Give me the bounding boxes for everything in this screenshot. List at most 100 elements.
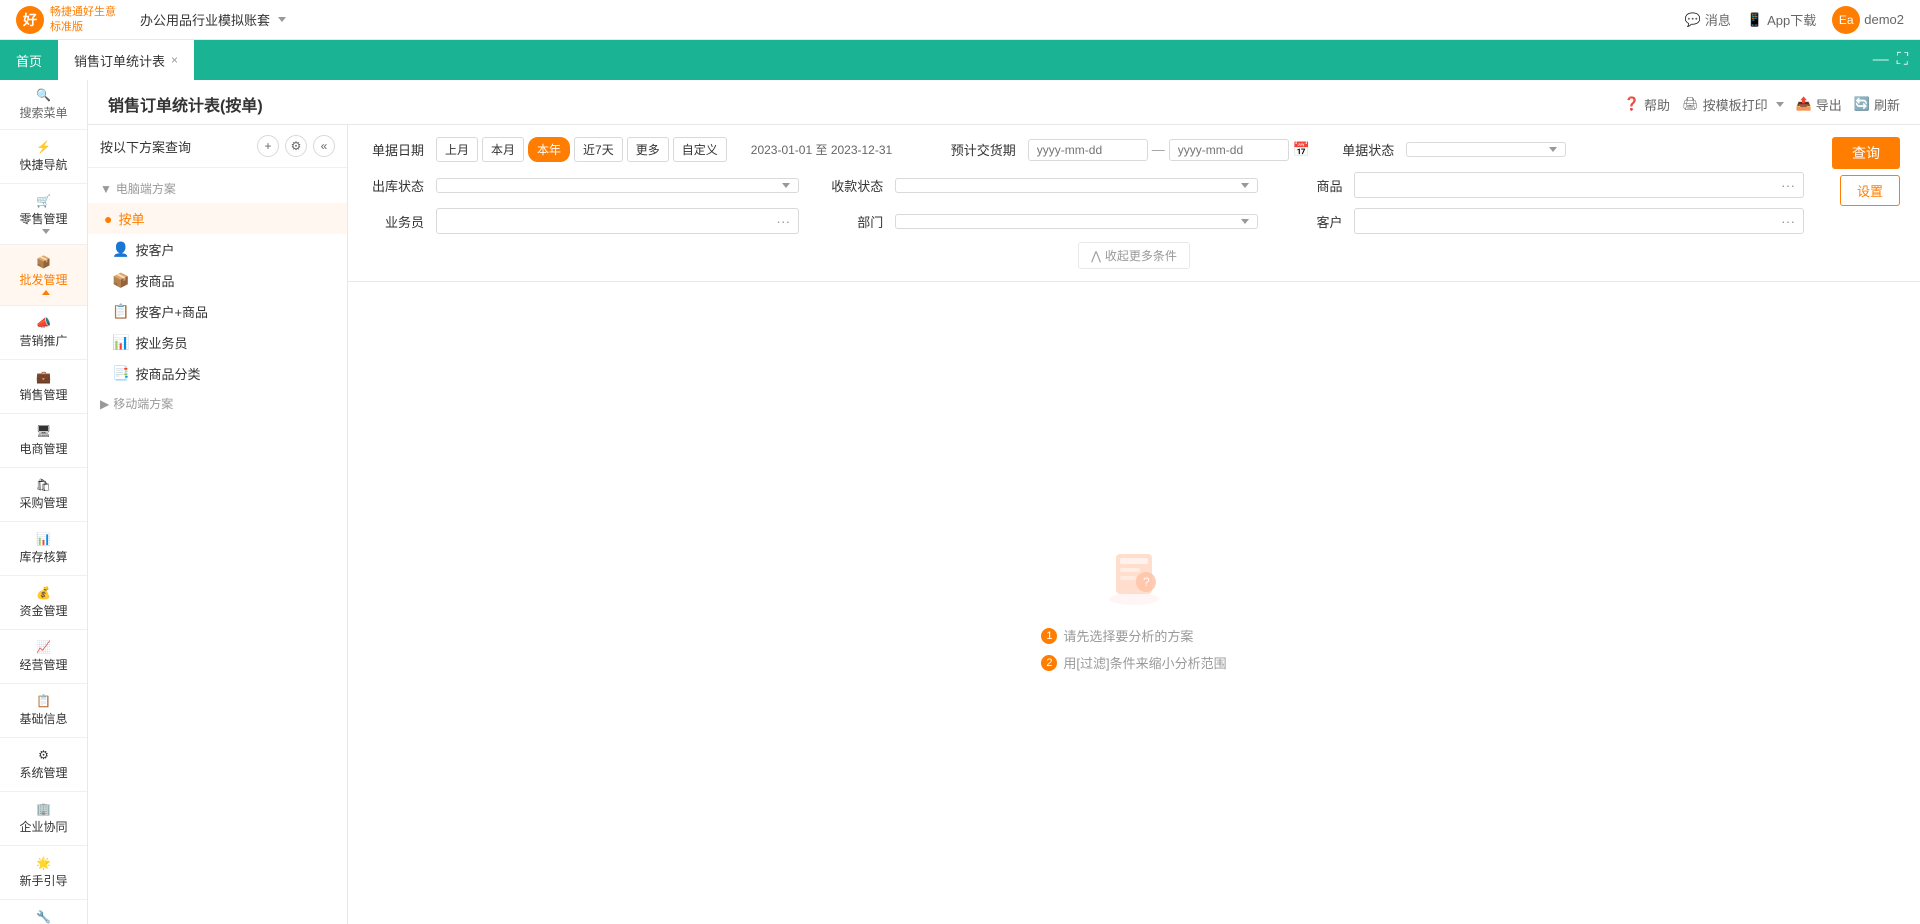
- sidebar: 🔍 搜索菜单 ⚡ 快捷导航 🛒 零售管理 📦 批发管理 📣 营销推广 💼 销售管…: [0, 80, 88, 924]
- sidebar-item-system[interactable]: ⚙ 系统管理: [0, 738, 87, 792]
- tree-node-by-customer-product[interactable]: 📋 按客户+商品: [88, 296, 347, 327]
- data-area: ? 1 请先选择要分析的方案 2 用[过滤]条件来缩小分析范围: [348, 282, 1920, 924]
- sidebar-item-newbie[interactable]: 🌟 新手引导: [0, 846, 87, 900]
- sales-icon: 💼: [36, 370, 51, 384]
- tab-close-icon[interactable]: ×: [171, 53, 178, 67]
- filter-row-3: 业务员 ··· 部门 客户: [368, 208, 1804, 234]
- message-button[interactable]: 💬 消息: [1685, 10, 1731, 29]
- sidebar-item-quick-nav[interactable]: ⚡ 快捷导航: [0, 130, 87, 184]
- customer-product-icon: 📋: [112, 303, 129, 320]
- custom-button[interactable]: 自定义: [673, 137, 727, 162]
- empty-tips: 1 请先选择要分析的方案 2 用[过滤]条件来缩小分析范围: [1041, 626, 1226, 672]
- sidebar-item-operations[interactable]: 📈 经营管理: [0, 630, 87, 684]
- calendar-icon[interactable]: 📅: [1293, 141, 1310, 158]
- maximize-button[interactable]: ⛶: [1897, 51, 1908, 69]
- order-status-select[interactable]: [1406, 142, 1566, 157]
- last-7-days-button[interactable]: 近7天: [574, 137, 623, 162]
- group-arrow-down-icon: ▼: [100, 182, 112, 196]
- empty-state: ? 1 请先选择要分析的方案 2 用[过滤]条件来缩小分析范围: [1041, 534, 1226, 672]
- tab-home[interactable]: 首页: [0, 40, 58, 80]
- left-panel-content: ▼ 电脑端方案 ● 按单 👤 按客户 📦 按商品: [88, 168, 347, 924]
- sidebar-item-wholesale[interactable]: 📦 批发管理: [0, 245, 87, 306]
- sidebar-item-sales[interactable]: 💼 销售管理: [0, 360, 87, 414]
- topbar-left: 好 畅捷通好生意 标准版 办公用品行业模拟账套: [16, 5, 286, 34]
- refresh-button[interactable]: 🔄 刷新: [1854, 95, 1900, 114]
- settings-scheme-button[interactable]: ⚙: [285, 135, 307, 157]
- system-icon: ⚙: [38, 748, 49, 762]
- this-year-button[interactable]: 本年: [528, 137, 570, 162]
- tree-node-by-salesperson[interactable]: 📊 按业务员: [88, 327, 347, 358]
- tree-group-mobile[interactable]: ▶ 移动端方案: [88, 389, 347, 418]
- logo-icon: 好: [16, 6, 44, 34]
- help-button[interactable]: ❓ 帮助: [1624, 95, 1670, 114]
- sidebar-item-purchase[interactable]: 🛍 采购管理: [0, 468, 87, 522]
- tree-node-by-customer[interactable]: 👤 按客户: [88, 234, 347, 265]
- tree-node-by-product[interactable]: 📦 按商品: [88, 265, 347, 296]
- app-download-button[interactable]: 📱 App下载: [1747, 10, 1816, 29]
- finance-icon: 💰: [36, 586, 51, 600]
- minimize-button[interactable]: —: [1873, 51, 1889, 69]
- tree-node-by-category[interactable]: 📑 按商品分类: [88, 358, 347, 389]
- empty-tip-2: 2 用[过滤]条件来缩小分析范围: [1041, 653, 1226, 672]
- salesperson-input[interactable]: ···: [436, 208, 799, 234]
- person-icon: 👤: [112, 241, 129, 258]
- app-selector-chevron-icon: [278, 17, 286, 22]
- sidebar-item-retail[interactable]: 🛒 零售管理: [0, 184, 87, 245]
- delivery-status-select[interactable]: [436, 178, 799, 193]
- appstore-icon: 🔧: [36, 910, 51, 924]
- tree-group-pc[interactable]: ▼ 电脑端方案: [88, 174, 347, 203]
- salesperson-icon: 📊: [112, 334, 129, 351]
- delivery-chevron-icon: [782, 183, 790, 188]
- customer-dots-icon: ···: [1781, 213, 1795, 229]
- marketing-icon: 📣: [36, 316, 51, 330]
- basic-icon: 📋: [36, 694, 51, 708]
- collapse-panel-button[interactable]: «: [313, 135, 335, 157]
- customer-input[interactable]: ···: [1354, 208, 1804, 234]
- tab-sales-stat[interactable]: 销售订单统计表 ×: [58, 40, 194, 80]
- sidebar-item-ecommerce[interactable]: 🖥 电商管理: [0, 414, 87, 468]
- main-layout: 🔍 搜索菜单 ⚡ 快捷导航 🛒 零售管理 📦 批发管理 📣 营销推广 💼 销售管…: [0, 80, 1920, 924]
- add-scheme-button[interactable]: +: [257, 135, 279, 157]
- left-panel-header: 按以下方案查询 + ⚙ «: [88, 125, 347, 168]
- sidebar-item-basic[interactable]: 📋 基础信息: [0, 684, 87, 738]
- more-button[interactable]: 更多: [627, 137, 669, 162]
- logo-text: 畅捷通好生意 标准版: [50, 5, 116, 34]
- sidebar-search[interactable]: 🔍 搜索菜单: [0, 80, 87, 130]
- query-button[interactable]: 查询: [1832, 137, 1900, 169]
- sidebar-item-inventory[interactable]: 📊 库存核算: [0, 522, 87, 576]
- expected-delivery-label: 预计交货期: [951, 140, 1016, 159]
- expected-date-start[interactable]: [1028, 139, 1148, 161]
- last-month-button[interactable]: 上月: [436, 137, 478, 162]
- settings-button[interactable]: 设置: [1840, 175, 1900, 206]
- newbie-icon: 🌟: [36, 856, 51, 870]
- product-select[interactable]: ···: [1354, 172, 1804, 198]
- filter-row-2: 出库状态 收款状态 商品: [368, 172, 1804, 198]
- filter-row-1: 单据日期 上月 本月 本年 近7天 更多 自定义: [368, 137, 1804, 162]
- download-icon: 📱: [1747, 12, 1763, 28]
- print-button[interactable]: 🖨 按模板打印: [1682, 95, 1784, 114]
- product-icon: 📦: [112, 272, 129, 289]
- this-month-button[interactable]: 本月: [482, 137, 524, 162]
- expected-date-end[interactable]: [1169, 139, 1289, 161]
- sidebar-item-finance[interactable]: 💰 资金管理: [0, 576, 87, 630]
- payment-status-label: 收款状态: [827, 176, 883, 195]
- tree-node-by-order[interactable]: ● 按单: [88, 203, 347, 234]
- tabbar-actions: — ⛶: [1861, 51, 1920, 69]
- salesperson-dots-icon: ···: [776, 213, 790, 229]
- quicknav-icon: ⚡: [36, 140, 51, 154]
- left-panel-title: 按以下方案查询: [100, 137, 191, 156]
- date-label: 单据日期: [368, 140, 424, 159]
- collapse-filter-button[interactable]: ⋀ 收起更多条件: [1078, 242, 1190, 269]
- retail-expand-icon: [42, 229, 50, 234]
- export-button[interactable]: 📤 导出: [1796, 95, 1842, 114]
- sidebar-item-marketing[interactable]: 📣 营销推广: [0, 306, 87, 360]
- wholesale-expand-icon: [42, 290, 50, 295]
- date-separator: —: [1152, 142, 1165, 157]
- department-select[interactable]: [895, 214, 1258, 229]
- app-selector[interactable]: 办公用品行业模拟账套: [140, 10, 286, 29]
- sidebar-item-appstore[interactable]: 🔧 应用中心: [0, 900, 87, 924]
- user-menu[interactable]: Ea demo2: [1832, 6, 1904, 34]
- payment-status-select[interactable]: [895, 178, 1258, 193]
- export-icon: 📤: [1796, 96, 1812, 112]
- sidebar-item-enterprise[interactable]: 🏢 企业协同: [0, 792, 87, 846]
